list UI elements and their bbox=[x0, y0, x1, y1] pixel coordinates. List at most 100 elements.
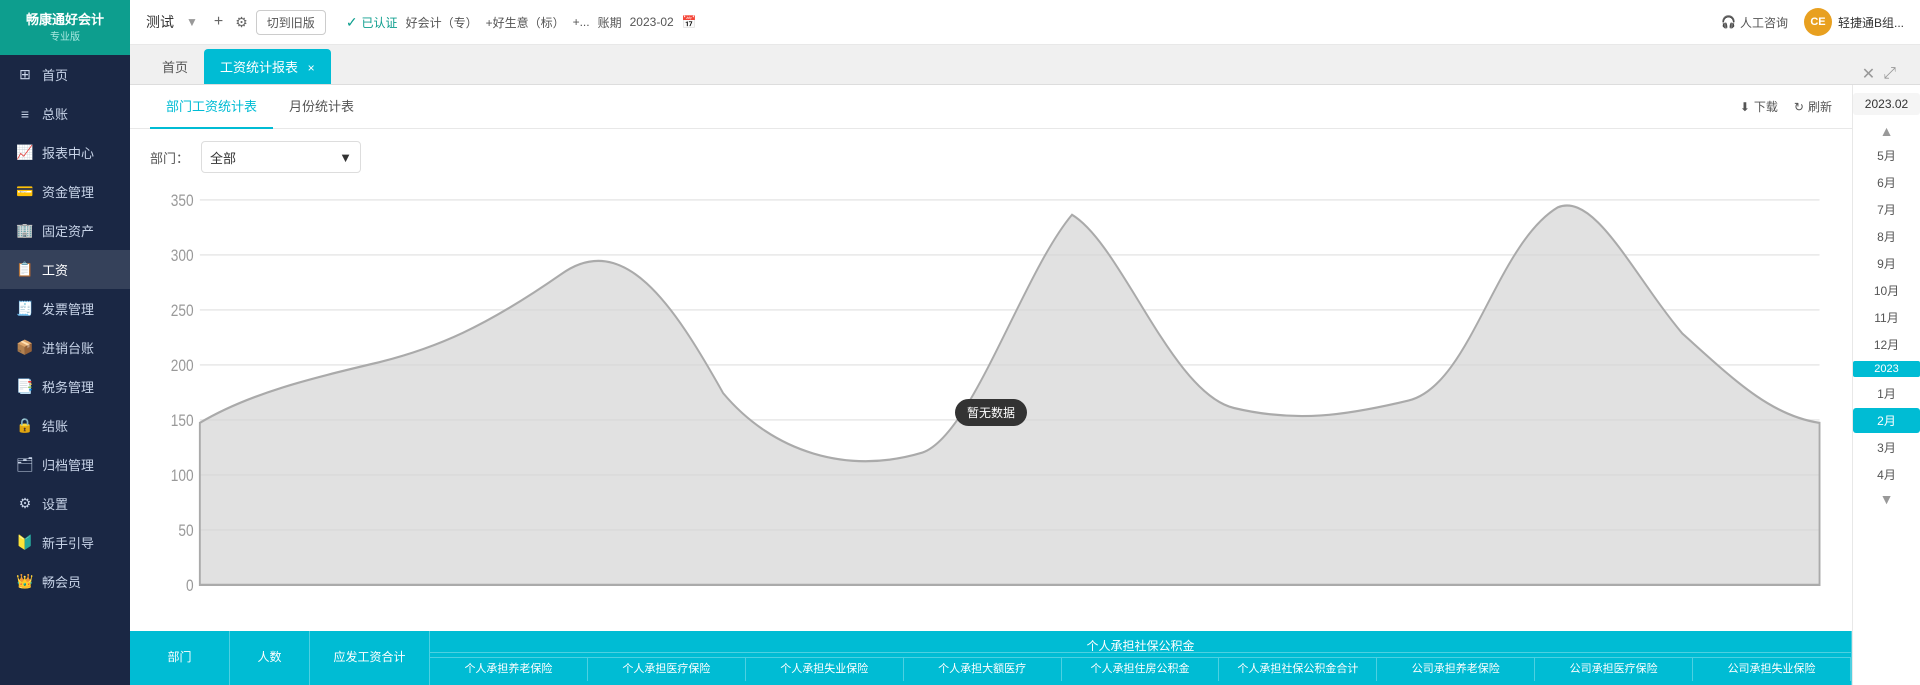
table-header: 部门 人数 应发工资合计 个人承担社保公积金 个人承担养老保险 bbox=[130, 631, 1852, 685]
right-panel-month-9[interactable]: 9月 bbox=[1853, 251, 1920, 276]
sidebar-item-guide[interactable]: 🔰 新手引导 bbox=[0, 523, 130, 562]
right-panel-month-11[interactable]: 11月 bbox=[1853, 305, 1920, 330]
sidebar-label-finance: 资金管理 bbox=[42, 182, 94, 201]
dept-select-value: 全部 bbox=[210, 148, 236, 167]
right-panel-month-4[interactable]: 4月 bbox=[1853, 462, 1920, 487]
tab-home[interactable]: 首页 bbox=[146, 49, 204, 84]
tab-home-label: 首页 bbox=[162, 60, 188, 75]
th-count: 人数 bbox=[230, 631, 310, 685]
sidebar-item-close[interactable]: 🔒 结账 bbox=[0, 406, 130, 445]
salary-icon: 📋 bbox=[16, 261, 34, 278]
archive-icon: 🗂 bbox=[16, 456, 34, 473]
topbar-title: 测试 bbox=[146, 12, 174, 32]
check-icon: ✓ bbox=[346, 14, 358, 31]
sidebar-item-archive[interactable]: 🗂 归档管理 bbox=[0, 445, 130, 484]
filter-bar: 部门： 全部 ▼ bbox=[130, 129, 1852, 185]
svg-text:200: 200 bbox=[171, 357, 194, 375]
tab-salary-report[interactable]: 工资统计报表 × bbox=[204, 49, 331, 84]
tabbar: 首页 工资统计报表 × ✕ ⤢ bbox=[130, 45, 1920, 85]
topbar-status: ✓ 已认证 好会计（专） +好生意（标） +... 账期 2023-02 📅 bbox=[346, 14, 697, 31]
th-company-pension: 公司承担养老保险 bbox=[1377, 657, 1535, 680]
right-panel-date: 2023.02 bbox=[1853, 93, 1920, 115]
topbar-right: 🎧 人工咨询 CE 轻捷通B组... bbox=[1721, 8, 1904, 36]
home-icon: ⊞ bbox=[16, 66, 34, 83]
th-social-group: 个人承担社保公积金 个人承担养老保险 个人承担医疗保险 个人承担失业保险 个人承… bbox=[430, 631, 1852, 685]
th-personal-unemploy: 个人承担失业保险 bbox=[746, 657, 904, 680]
sidebar-item-salary[interactable]: 📋 工资 bbox=[0, 250, 130, 289]
right-panel-month-10[interactable]: 10月 bbox=[1853, 278, 1920, 303]
member-icon: 👑 bbox=[16, 573, 34, 590]
settings-icon: ⚙ bbox=[16, 495, 34, 512]
invoice-icon: 🧾 bbox=[16, 300, 34, 317]
assets-icon: 🏢 bbox=[16, 222, 34, 239]
subtabs-left: 部门工资统计表 月份统计表 bbox=[150, 85, 370, 129]
th-personal-housing: 个人承担住房公积金 bbox=[1062, 657, 1220, 680]
status-good-acct: 好会计（专） bbox=[406, 14, 478, 31]
avatar: CE bbox=[1804, 8, 1832, 36]
right-panel-month-12[interactable]: 12月 bbox=[1853, 332, 1920, 357]
right-panel-month-7[interactable]: 7月 bbox=[1853, 197, 1920, 222]
svg-text:150: 150 bbox=[171, 412, 194, 430]
right-panel-month-3[interactable]: 3月 bbox=[1853, 435, 1920, 460]
right-panel-month-5[interactable]: 5月 bbox=[1853, 143, 1920, 168]
sidebar-item-finance[interactable]: 💳 资金管理 bbox=[0, 172, 130, 211]
sidebar-logo-main: 畅康通好会计 bbox=[26, 12, 104, 29]
status-more: +... bbox=[573, 15, 590, 29]
download-button[interactable]: ⬇ 下载 bbox=[1740, 98, 1778, 115]
add-button[interactable]: + bbox=[210, 11, 227, 33]
close-period-icon: 🔒 bbox=[16, 417, 34, 434]
switch-old-button[interactable]: 切到旧版 bbox=[256, 10, 326, 35]
sidebar-label-reports: 报表中心 bbox=[42, 143, 94, 162]
th-group-cols: 个人承担养老保险 个人承担医疗保险 个人承担失业保险 个人承担大额医疗 个人承担 bbox=[430, 653, 1851, 685]
sidebar-label-salary: 工资 bbox=[42, 260, 68, 279]
dept-select[interactable]: 全部 ▼ bbox=[201, 141, 361, 173]
svg-text:250: 250 bbox=[171, 302, 194, 320]
right-panel-down-button[interactable]: ▼ bbox=[1877, 489, 1897, 509]
sidebar-item-ledger[interactable]: ≡ 总账 bbox=[0, 94, 130, 133]
right-panel-month-8[interactable]: 8月 bbox=[1853, 224, 1920, 249]
calendar-icon[interactable]: 📅 bbox=[682, 15, 697, 29]
topbar-settings-icon[interactable]: ⚙ bbox=[235, 14, 248, 31]
content-area: 部门工资统计表 月份统计表 ⬇ 下载 ↻ 刷新 bbox=[130, 85, 1920, 685]
topbar-actions: + ⚙ 切到旧版 bbox=[210, 10, 326, 35]
help-button[interactable]: 🎧 人工咨询 bbox=[1721, 14, 1788, 31]
dropdown-arrow-icon[interactable]: ▼ bbox=[186, 15, 198, 29]
sidebar-item-invoice[interactable]: 🧾 发票管理 bbox=[0, 289, 130, 328]
right-panel-month-2[interactable]: 2月 bbox=[1853, 408, 1920, 433]
sidebar-label-tax: 税务管理 bbox=[42, 377, 94, 396]
th-personal-medical: 个人承担医疗保险 bbox=[588, 657, 746, 680]
subtab-month[interactable]: 月份统计表 bbox=[273, 85, 370, 129]
subtabs-bar: 部门工资统计表 月份统计表 ⬇ 下载 ↻ 刷新 bbox=[130, 85, 1852, 129]
th-total-salary: 应发工资合计 bbox=[310, 631, 430, 685]
sidebar-item-assets[interactable]: 🏢 固定资产 bbox=[0, 211, 130, 250]
dept-filter-label: 部门： bbox=[150, 148, 189, 167]
sidebar-label-archive: 归档管理 bbox=[42, 455, 94, 474]
sidebar-item-settings[interactable]: ⚙ 设置 bbox=[0, 484, 130, 523]
window-maximize-icon[interactable]: ⤢ bbox=[1883, 65, 1896, 83]
right-panel-up-button[interactable]: ▲ bbox=[1877, 121, 1897, 141]
sidebar-item-tax[interactable]: 📑 税务管理 bbox=[0, 367, 130, 406]
chart-area-path bbox=[200, 206, 1820, 585]
period-value: 2023-02 bbox=[630, 15, 674, 29]
th-personal-major-medical: 个人承担大额医疗 bbox=[904, 657, 1062, 680]
sidebar-label-close: 结账 bbox=[42, 416, 68, 435]
right-panel-month-6[interactable]: 6月 bbox=[1853, 170, 1920, 195]
refresh-button[interactable]: ↻ 刷新 bbox=[1794, 98, 1832, 115]
right-panel-month-1[interactable]: 1月 bbox=[1853, 381, 1920, 406]
tab-close-icon[interactable]: × bbox=[308, 61, 315, 75]
sidebar-label-ledger: 总账 bbox=[42, 104, 68, 123]
svg-text:350: 350 bbox=[171, 192, 194, 210]
chart-tooltip: 暂无数据 bbox=[955, 399, 1027, 426]
sidebar-item-reports[interactable]: 📈 报表中心 bbox=[0, 133, 130, 172]
tax-icon: 📑 bbox=[16, 378, 34, 395]
sidebar-logo: 畅康通好会计 专业版 bbox=[0, 0, 130, 55]
user-menu[interactable]: CE 轻捷通B组... bbox=[1804, 8, 1904, 36]
sidebar-item-member[interactable]: 👑 畅会员 bbox=[0, 562, 130, 601]
svg-text:300: 300 bbox=[171, 247, 194, 265]
subtab-dept[interactable]: 部门工资统计表 bbox=[150, 85, 273, 129]
sidebar-item-home[interactable]: ⊞ 首页 bbox=[0, 55, 130, 94]
th-company-unemploy: 公司承担失业保险 bbox=[1693, 657, 1851, 680]
guide-icon: 🔰 bbox=[16, 534, 34, 551]
sidebar-item-purchase[interactable]: 📦 进销台账 bbox=[0, 328, 130, 367]
window-close-icon[interactable]: ✕ bbox=[1862, 64, 1875, 84]
